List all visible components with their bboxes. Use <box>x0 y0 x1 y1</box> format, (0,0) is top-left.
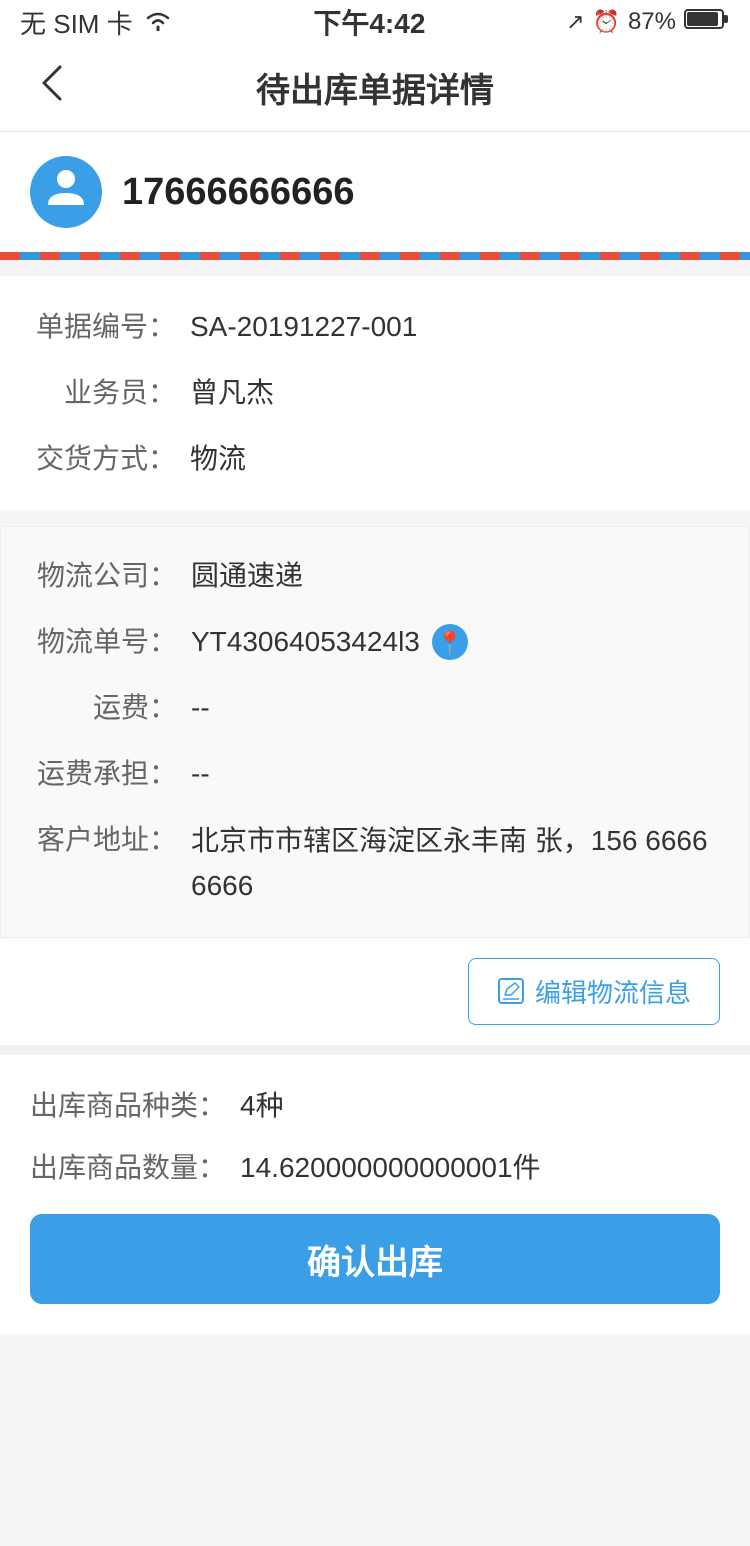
goods-types-label: 出库商品种类： <box>30 1085 240 1127</box>
status-bar: 无 SIM 卡 下午4:42 ↗ ⏰ 87% <box>0 0 750 44</box>
battery-icon <box>684 7 730 38</box>
wifi-icon <box>143 7 173 38</box>
avatar <box>30 156 102 228</box>
address-label: 客户地址： <box>31 819 191 861</box>
section-divider <box>0 1045 750 1055</box>
address-value: 北京市市辖区海淀区永丰南 张，156 6666 6666 <box>191 819 719 909</box>
confirm-button-wrap: 确认出库 <box>0 1194 750 1334</box>
freight-bearer-label: 运费承担： <box>31 753 191 795</box>
goods-quantity-value: 14.620000000000001件 <box>240 1147 720 1189</box>
edit-logistics-button[interactable]: 编辑物流信息 <box>468 958 720 1025</box>
status-right: ↗ ⏰ 87% <box>566 7 730 38</box>
salesman-row: 业务员： 曾凡杰 <box>30 372 720 414</box>
alarm-icon: ⏰ <box>593 9 620 35</box>
battery-label: 87% <box>628 8 676 36</box>
freight-value: -- <box>191 687 719 729</box>
freight-label: 运费： <box>31 687 191 729</box>
customer-phone: 17666666666 <box>122 171 354 214</box>
location-status-icon: ↗ <box>566 9 584 35</box>
salesman-label: 业务员： <box>30 372 190 414</box>
person-icon <box>44 165 88 219</box>
dashed-divider <box>0 252 750 260</box>
goods-types-value: 4种 <box>240 1085 720 1127</box>
track-location-icon[interactable] <box>432 624 468 660</box>
order-number-value: SA-20191227-001 <box>190 306 720 348</box>
delivery-row: 交货方式： 物流 <box>30 438 720 480</box>
salesman-value: 曾凡杰 <box>190 372 720 414</box>
logistics-company-row: 物流公司： 圆通速递 <box>31 555 719 597</box>
nav-bar: 待出库单据详情 <box>0 44 750 132</box>
goods-quantity-label: 出库商品数量： <box>30 1147 240 1189</box>
tracking-number-label: 物流单号： <box>31 621 191 663</box>
delivery-value: 物流 <box>190 438 720 480</box>
freight-bearer-row: 运费承担： -- <box>31 753 719 795</box>
freight-bearer-value: -- <box>191 753 719 795</box>
tracking-number-value: YT43064053424l3 <box>191 621 719 663</box>
edit-logistics-label: 编辑物流信息 <box>535 973 691 1010</box>
confirm-button[interactable]: 确认出库 <box>30 1214 720 1304</box>
order-info-section: 单据编号： SA-20191227-001 业务员： 曾凡杰 交货方式： 物流 <box>0 276 750 510</box>
freight-row: 运费： -- <box>31 687 719 729</box>
edit-logistics-area: 编辑物流信息 <box>0 938 750 1045</box>
address-row: 客户地址： 北京市市辖区海淀区永丰南 张，156 6666 6666 <box>31 819 719 909</box>
edit-icon <box>497 977 525 1005</box>
order-number-row: 单据编号： SA-20191227-001 <box>30 306 720 348</box>
status-time: 下午4:42 <box>313 2 425 42</box>
status-left: 无 SIM 卡 <box>20 4 173 41</box>
delivery-label: 交货方式： <box>30 438 190 480</box>
carrier-label: 无 SIM 卡 <box>20 4 133 41</box>
goods-quantity-row: 出库商品数量： 14.620000000000001件 <box>30 1147 720 1189</box>
bottom-spacer <box>0 1326 750 1546</box>
logistics-section: 物流公司： 圆通速递 物流单号： YT43064053424l3 运费： -- … <box>0 526 750 938</box>
order-number-label: 单据编号： <box>30 306 190 348</box>
tracking-number-row: 物流单号： YT43064053424l3 <box>31 621 719 663</box>
logistics-company-value: 圆通速递 <box>191 555 719 597</box>
logistics-company-label: 物流公司： <box>31 555 191 597</box>
page-title: 待出库单据详情 <box>256 63 494 112</box>
back-button[interactable] <box>30 53 74 122</box>
goods-types-row: 出库商品种类： 4种 <box>30 1085 720 1127</box>
confirm-button-label: 确认出库 <box>307 1235 443 1284</box>
customer-header: 17666666666 <box>0 132 750 252</box>
